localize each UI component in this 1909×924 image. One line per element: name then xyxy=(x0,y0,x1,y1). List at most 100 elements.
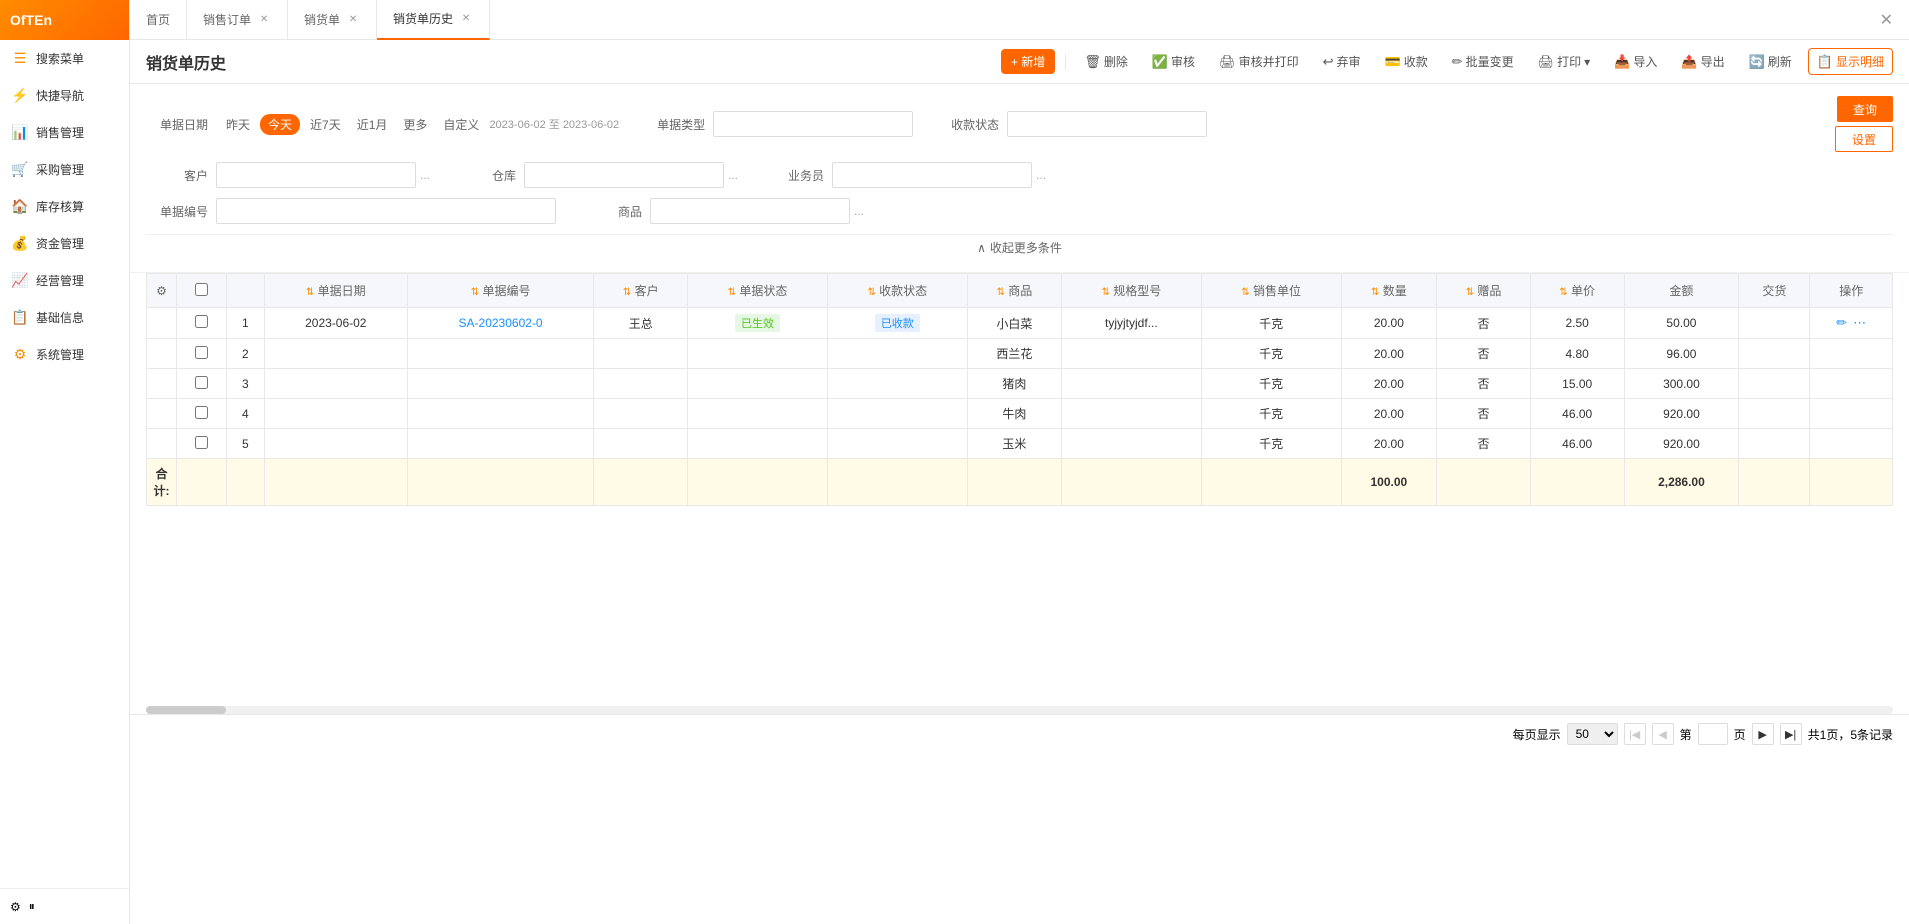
display-button[interactable]: 📋 显示明细 xyxy=(1808,48,1893,75)
customer-more-dots[interactable]: ... xyxy=(420,168,430,182)
col-settings[interactable]: ⚙ xyxy=(147,274,177,308)
cell-goods: 西兰花 xyxy=(967,339,1061,369)
collect-status-select[interactable] xyxy=(1007,111,1207,137)
export-button[interactable]: 📤 导出 xyxy=(1673,49,1732,74)
refresh-button[interactable]: 🔄 刷新 xyxy=(1741,49,1800,74)
col-unit-price[interactable]: ⇅ 单价 xyxy=(1530,274,1624,308)
table-scroll[interactable]: ⚙ ⇅ 单据日期 ⇅ 单据编号 ⇅ 客户 ⇅ 单据状态 ⇅ 收款状态 ⇅ 商品 … xyxy=(146,273,1893,506)
tab-sales-order[interactable]: 销售订单 ✕ xyxy=(187,0,288,40)
shortcut-1month[interactable]: 近1月 xyxy=(351,114,394,135)
col-doc-date[interactable]: ⇅ 单据日期 xyxy=(264,274,407,308)
sidebar-item-finance-mgmt[interactable]: 💰 资金管理 xyxy=(0,225,129,262)
row-checkbox-2[interactable] xyxy=(195,346,208,359)
doc-no-input[interactable] xyxy=(216,198,556,224)
tab-close-all[interactable]: ✕ xyxy=(1864,10,1909,30)
sidebar-item-label: 库存核算 xyxy=(36,198,84,215)
cell-checkbox[interactable] xyxy=(177,369,227,399)
abandon-button[interactable]: ↩ 弃审 xyxy=(1315,49,1369,74)
sidebar-item-search-menu[interactable]: ☰ 搜索菜单 xyxy=(0,40,129,77)
row-checkbox-5[interactable] xyxy=(195,436,208,449)
table-row: 5 玉米 千克 20.00 否 46.00 920. xyxy=(147,429,1893,459)
shortcut-custom[interactable]: 自定义 xyxy=(437,114,485,135)
horizontal-scroll-thumb[interactable] xyxy=(146,706,226,714)
sidebar-item-purchase-mgmt[interactable]: 🛒 采购管理 xyxy=(0,151,129,188)
shortcut-7days[interactable]: 近7天 xyxy=(304,114,347,135)
settings-button[interactable]: 设置 xyxy=(1835,126,1893,152)
collapse-button[interactable]: ∧ 收起更多条件 xyxy=(146,234,1893,260)
sales-mgmt-icon: 📊 xyxy=(12,125,28,141)
audit-print-button[interactable]: 🖨 审核并打印 xyxy=(1211,49,1307,74)
staff-input[interactable] xyxy=(832,162,1032,188)
tab-sales-history[interactable]: 销货单历史 ✕ xyxy=(377,0,490,40)
page-prev-btn[interactable]: ◀ xyxy=(1652,723,1674,745)
cell-checkbox[interactable] xyxy=(177,308,227,339)
cell-doc-no[interactable]: SA-20230602-0 xyxy=(407,308,594,339)
sidebar-toggle-icon[interactable]: ⏸ xyxy=(29,899,35,914)
col-doc-status[interactable]: ⇅ 单据状态 xyxy=(688,274,828,308)
col-checkbox[interactable] xyxy=(177,274,227,308)
col-transaction-label: 交货 xyxy=(1762,284,1786,298)
col-doc-no[interactable]: ⇅ 单据编号 xyxy=(407,274,594,308)
page-number-input[interactable]: 1 xyxy=(1698,723,1728,745)
abandon-label: 弃审 xyxy=(1336,53,1360,70)
col-sales-unit[interactable]: ⇅ 销售单位 xyxy=(1201,274,1341,308)
tab-sales-order-label: 销售订单 xyxy=(203,11,251,28)
col-customer[interactable]: ⇅ 客户 xyxy=(594,274,688,308)
cell-checkbox[interactable] xyxy=(177,399,227,429)
col-spec-type[interactable]: ⇅ 规格型号 xyxy=(1061,274,1201,308)
customer-input[interactable] xyxy=(216,162,416,188)
sidebar-item-basic-info[interactable]: 📋 基础信息 xyxy=(0,299,129,336)
audit-button[interactable]: ✅ 审核 xyxy=(1144,49,1203,74)
row-checkbox-3[interactable] xyxy=(195,376,208,389)
shortcut-more[interactable]: 更多 xyxy=(397,114,433,135)
cell-goods: 牛肉 xyxy=(967,399,1061,429)
warehouse-more-dots[interactable]: ... xyxy=(728,168,738,182)
tab-home[interactable]: 首页 xyxy=(130,0,187,40)
sidebar-item-sys-mgmt[interactable]: ⚙ 系统管理 xyxy=(0,336,129,373)
cell-checkbox[interactable] xyxy=(177,339,227,369)
query-button[interactable]: 查询 xyxy=(1837,96,1893,122)
goods-input[interactable] xyxy=(650,198,850,224)
audit-print-icon: 🖨 xyxy=(1219,54,1236,70)
page-last-btn[interactable]: ▶| xyxy=(1780,723,1802,745)
row-checkbox-1[interactable] xyxy=(195,315,208,328)
warehouse-input[interactable] xyxy=(524,162,724,188)
page-next-btn[interactable]: ▶ xyxy=(1752,723,1774,745)
shortcut-today[interactable]: 今天 xyxy=(260,114,300,135)
print-button[interactable]: 🖨 打印 ▾ xyxy=(1530,49,1599,74)
more-icon[interactable]: ⋯ xyxy=(1853,315,1866,331)
batch-change-button[interactable]: ✏ 批量变更 xyxy=(1444,49,1522,74)
col-goods[interactable]: ⇅ 商品 xyxy=(967,274,1061,308)
toolbar: 销货单历史 + 新增 🗑 删除 ✅ 审核 🖨 审核并打印 ↩ 弃审 💳 收款 xyxy=(130,40,1909,84)
col-gift[interactable]: ⇅ 赠品 xyxy=(1437,274,1531,308)
tab-close-sales-delivery[interactable]: ✕ xyxy=(346,13,360,27)
cell-checkbox[interactable] xyxy=(177,429,227,459)
export-icon: 📤 xyxy=(1681,54,1697,70)
edit-icon[interactable]: ✏ xyxy=(1836,315,1847,331)
sidebar-item-sales-mgmt[interactable]: 📊 销售管理 xyxy=(0,114,129,151)
col-pay-status[interactable]: ⇅ 收款状态 xyxy=(827,274,967,308)
tab-close-sales-order[interactable]: ✕ xyxy=(257,13,271,27)
sidebar-settings-icon[interactable]: ⚙ xyxy=(10,900,21,914)
import-button[interactable]: 📥 导入 xyxy=(1606,49,1665,74)
staff-more-dots[interactable]: ... xyxy=(1036,168,1046,182)
col-quantity-label: 数量 xyxy=(1383,284,1407,298)
doc-type-select[interactable] xyxy=(713,111,913,137)
new-button[interactable]: + 新增 xyxy=(1001,49,1055,74)
tab-sales-delivery[interactable]: 销货单 ✕ xyxy=(288,0,377,40)
horizontal-scrollbar[interactable] xyxy=(146,706,1893,714)
sidebar-item-inventory-calc[interactable]: 🏠 库存核算 xyxy=(0,188,129,225)
tab-close-sales-history[interactable]: ✕ xyxy=(459,12,473,26)
per-page-select[interactable]: 50 20 100 xyxy=(1567,723,1618,745)
page-first-btn[interactable]: |◀ xyxy=(1624,723,1646,745)
delete-button[interactable]: 🗑 删除 xyxy=(1076,49,1136,74)
sidebar-item-quick-nav[interactable]: ⚡ 快捷导航 xyxy=(0,77,129,114)
select-all-checkbox[interactable] xyxy=(195,283,208,296)
row-checkbox-4[interactable] xyxy=(195,406,208,419)
goods-more-dots[interactable]: ... xyxy=(854,204,864,218)
sidebar-item-ops-mgmt[interactable]: 📈 经营管理 xyxy=(0,262,129,299)
shortcut-yesterday[interactable]: 昨天 xyxy=(220,114,256,135)
print-label: 打印 xyxy=(1557,53,1581,70)
collect-button[interactable]: 💳 收款 xyxy=(1377,49,1436,74)
col-quantity[interactable]: ⇅ 数量 xyxy=(1341,274,1437,308)
